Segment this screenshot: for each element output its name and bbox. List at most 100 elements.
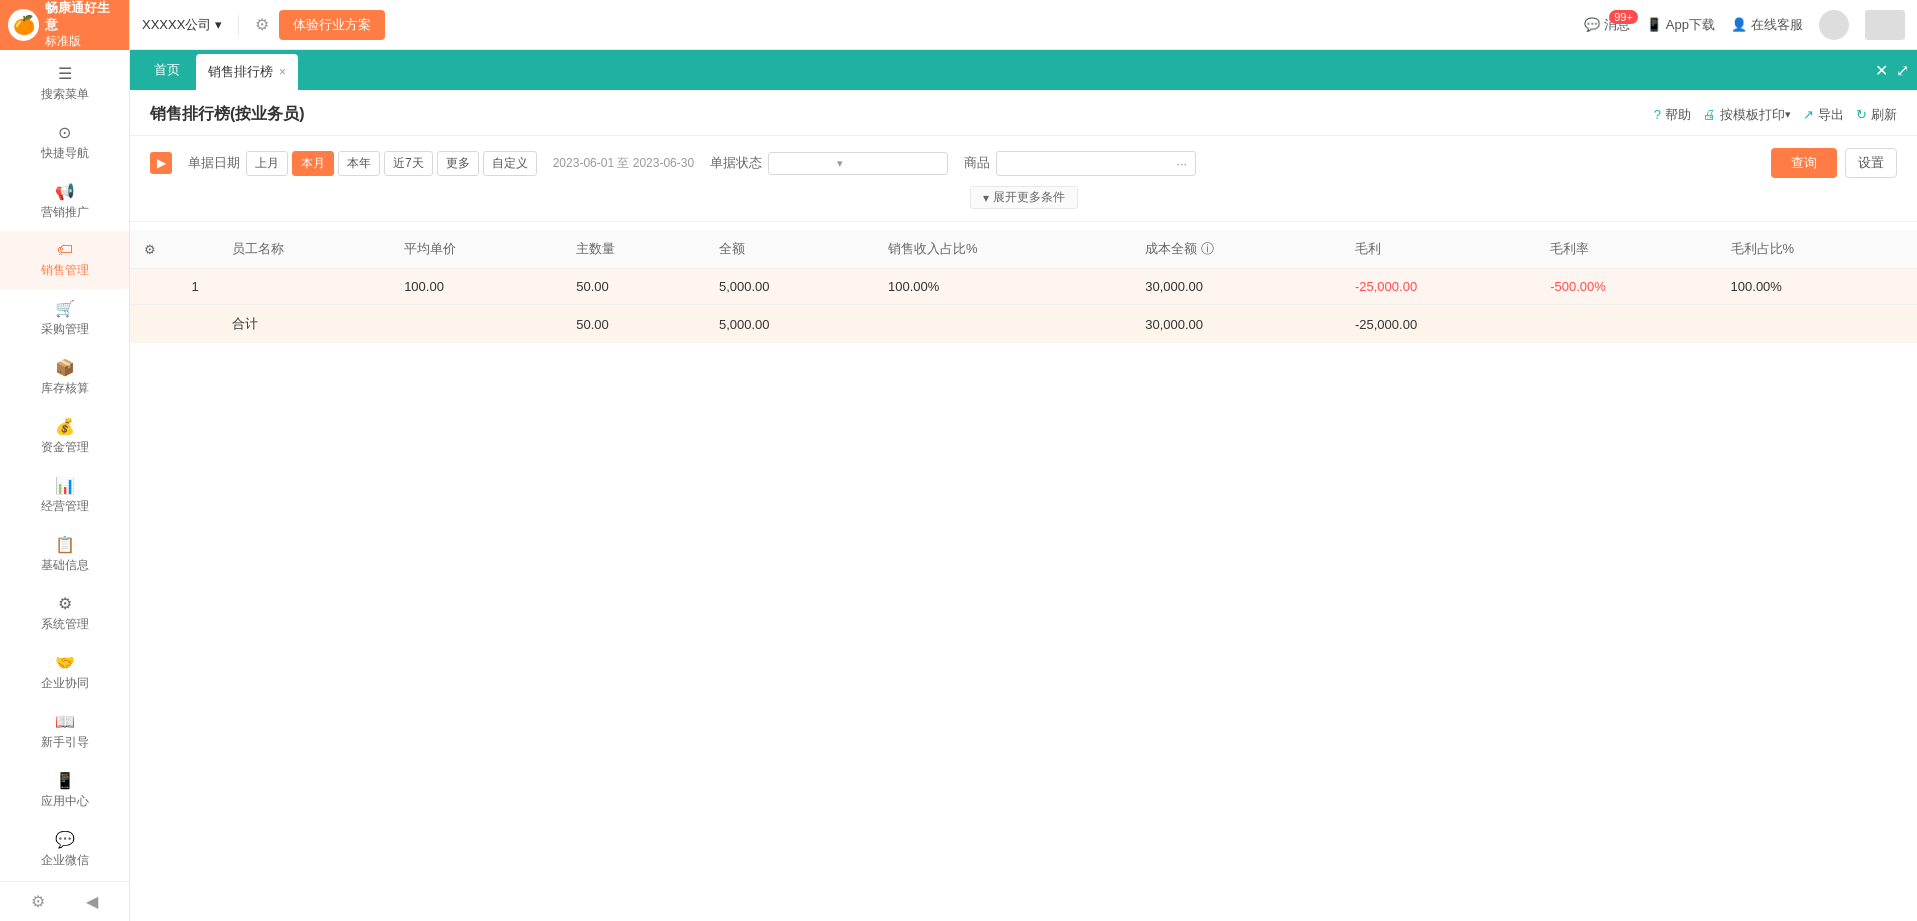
date-btns-group: 上月 本月 本年 近7天 更多 自定义 (246, 151, 537, 176)
footer-gross-rate (1538, 305, 1718, 344)
query-btn[interactable]: 查询 (1771, 148, 1837, 178)
window-close-icon[interactable]: ✕ (1875, 61, 1888, 80)
date-range-text: 2023-06-01 至 2023-06-30 (553, 155, 694, 172)
sidebar-item-inventory[interactable]: 📦 库存核算 (0, 348, 129, 407)
filter-toggle-btn[interactable]: ▶ (150, 152, 172, 174)
th-settings[interactable]: ⚙ (130, 230, 170, 269)
sidebar-item-search-orders[interactable]: ☰ 搜索菜单 (0, 54, 129, 113)
sidebar-item-system-mgmt[interactable]: ⚙ 系统管理 (0, 584, 129, 643)
sidebar-item-new-guide[interactable]: 📖 新手引导 (0, 702, 129, 761)
filter-row: ▶ 单据日期 上月 本月 本年 近7天 更多 自定义 (150, 148, 1897, 178)
goods-filter-label: 商品 (964, 154, 990, 172)
app-download-icon: 📱 (1646, 17, 1662, 32)
app-download-btn[interactable]: 📱 App下载 (1646, 16, 1715, 34)
trial-btn[interactable]: 体验行业方案 (279, 10, 385, 40)
date-filter-label: 单据日期 (188, 154, 240, 172)
sidebar-collapse-icon[interactable]: ◀ (86, 892, 98, 911)
sidebar-item-finance[interactable]: 💰 资金管理 (0, 407, 129, 466)
message-btn[interactable]: 💬 消息 99+ (1584, 16, 1630, 34)
export-btn[interactable]: ↗ 导出 (1803, 106, 1844, 124)
table-footer: 合计 50.00 5,000.00 30,000.00 -25,000.00 (130, 305, 1917, 344)
date-btn-more[interactable]: 更多 (437, 151, 479, 176)
status-filter-label: 单据状态 (710, 154, 762, 172)
sidebar-item-purchase-mgmt[interactable]: 🛒 采购管理 (0, 289, 129, 348)
sidebar-item-sales-mgmt[interactable]: 🏷 销售管理 (0, 231, 129, 289)
page-header: 销售排行榜(按业务员) ? 帮助 🖨 按模板打印 ▾ ↗ (130, 90, 1917, 136)
topbar: XXXXX公司 ▾ ⚙ 体验行业方案 💬 消息 99+ 📱 App下载 👤 在线… (130, 0, 1917, 50)
sidebar-item-enterprise-wechat[interactable]: 💬 企业微信 (0, 820, 129, 879)
row-main-qty: 50.00 (564, 269, 707, 305)
refresh-btn[interactable]: ↻ 刷新 (1856, 106, 1897, 124)
window-expand-icon[interactable]: ⤢ (1896, 61, 1909, 80)
status-select[interactable]: ▾ (768, 152, 948, 175)
tab-home[interactable]: 首页 (138, 50, 196, 90)
logo-text: 畅康通好生意 标准版 (45, 0, 121, 49)
row-settings (130, 269, 170, 305)
tab-close-icon[interactable]: × (279, 65, 286, 79)
sidebar-item-app-center[interactable]: 📱 应用中心 (0, 761, 129, 820)
sidebar-item-basic-info[interactable]: 📋 基础信息 (0, 525, 129, 584)
print-icon: 🖨 (1703, 107, 1716, 122)
company-name: XXXXX公司 (142, 16, 211, 34)
expand-more-btn[interactable]: ▾ 展开更多条件 (970, 186, 1078, 209)
logo-icon: 🍊 (8, 9, 39, 41)
company-selector[interactable]: XXXXX公司 ▾ (142, 16, 222, 34)
date-btn-current-month[interactable]: 本月 (292, 151, 334, 176)
online-service-btn[interactable]: 👤 在线客服 (1731, 16, 1803, 34)
date-btn-7days[interactable]: 近7天 (384, 151, 433, 176)
purchase-mgmt-icon: 🛒 (55, 299, 75, 318)
user-avatar[interactable] (1819, 10, 1849, 40)
filter-area: ▶ 单据日期 上月 本月 本年 近7天 更多 自定义 (130, 136, 1917, 222)
row-gross-profit: -25,000.00 (1343, 269, 1538, 305)
goods-select-dots: ··· (1176, 156, 1187, 171)
print-btn[interactable]: 🖨 按模板打印 (1703, 106, 1785, 124)
sidebar-logo: 🍊 畅康通好生意 标准版 (0, 0, 129, 50)
th-employee: 员工名称 (220, 230, 392, 269)
data-table: ⚙ 员工名称 平均单价 主数量 全额 销售收入占比% 成本全额 ⓘ 毛利 毛利率… (130, 230, 1917, 343)
table-wrapper: ⚙ 员工名称 平均单价 主数量 全额 销售收入占比% 成本全额 ⓘ 毛利 毛利率… (130, 230, 1917, 343)
tabbar: 首页 销售排行榜 × ✕ ⤢ (130, 50, 1917, 90)
operations-icon: 📊 (55, 476, 75, 495)
sidebar-item-marketing[interactable]: 📢 营销推广 (0, 172, 129, 231)
th-rank (170, 230, 220, 269)
marketing-icon: 📢 (55, 182, 75, 201)
sidebar-footer: ⚙ ◀ (0, 881, 129, 921)
date-btn-current-year[interactable]: 本年 (338, 151, 380, 176)
sidebar-settings-icon[interactable]: ⚙ (31, 892, 45, 911)
sidebar-nav: ☰ 搜索菜单 ⊙ 快捷导航 📢 营销推广 🏷 销售管理 🛒 采购管理 📦 库存核… (0, 50, 129, 881)
footer-gross-pct (1719, 305, 1917, 344)
goods-select[interactable]: ··· (996, 151, 1196, 176)
enterprise-wechat-icon: 💬 (55, 830, 75, 849)
footer-cost-amount: 30,000.00 (1133, 305, 1343, 344)
sidebar-item-operations[interactable]: 📊 经营管理 (0, 466, 129, 525)
row-rank: 1 (170, 269, 220, 305)
sidebar-item-enterprise-coop[interactable]: 🤝 企业协同 (0, 643, 129, 702)
th-amount: 全额 (707, 230, 876, 269)
user-name-badge[interactable] (1865, 10, 1905, 40)
print-dropdown-arrow[interactable]: ▾ (1785, 108, 1791, 121)
date-btn-prev-month[interactable]: 上月 (246, 151, 288, 176)
footer-avg-price (392, 305, 564, 344)
status-filter: 单据状态 ▾ (710, 152, 948, 175)
th-cost-amount: 成本全额 ⓘ (1133, 230, 1343, 269)
footer-row: 合计 50.00 5,000.00 30,000.00 -25,000.00 (130, 305, 1917, 344)
content-area: 销售排行榜(按业务员) ? 帮助 🖨 按模板打印 ▾ ↗ (130, 90, 1917, 921)
topbar-settings-icon[interactable]: ⚙ (255, 15, 269, 34)
row-sales-pct: 100.00% (876, 269, 1133, 305)
help-btn[interactable]: ? 帮助 (1654, 106, 1691, 124)
message-icon: 💬 (1584, 17, 1600, 32)
date-btn-custom[interactable]: 自定义 (483, 151, 537, 176)
inventory-icon: 📦 (55, 358, 75, 377)
footer-label: 合计 (220, 305, 392, 344)
table-settings-btn[interactable]: 设置 (1845, 148, 1897, 178)
th-main-qty: 主数量 (564, 230, 707, 269)
table-header-row: ⚙ 员工名称 平均单价 主数量 全额 销售收入占比% 成本全额 ⓘ 毛利 毛利率… (130, 230, 1917, 269)
main-area: XXXXX公司 ▾ ⚙ 体验行业方案 💬 消息 99+ 📱 App下载 👤 在线… (130, 0, 1917, 921)
company-dropdown-icon: ▾ (215, 17, 222, 32)
help-icon: ? (1654, 107, 1661, 122)
sidebar-item-quick-nav[interactable]: ⊙ 快捷导航 (0, 113, 129, 172)
footer-settings-col (130, 305, 170, 344)
page-actions: ? 帮助 🖨 按模板打印 ▾ ↗ 导出 (1654, 106, 1897, 124)
tab-sales-ranking[interactable]: 销售排行榜 × (196, 54, 298, 90)
page-container: 销售排行榜(按业务员) ? 帮助 🖨 按模板打印 ▾ ↗ (130, 90, 1917, 921)
